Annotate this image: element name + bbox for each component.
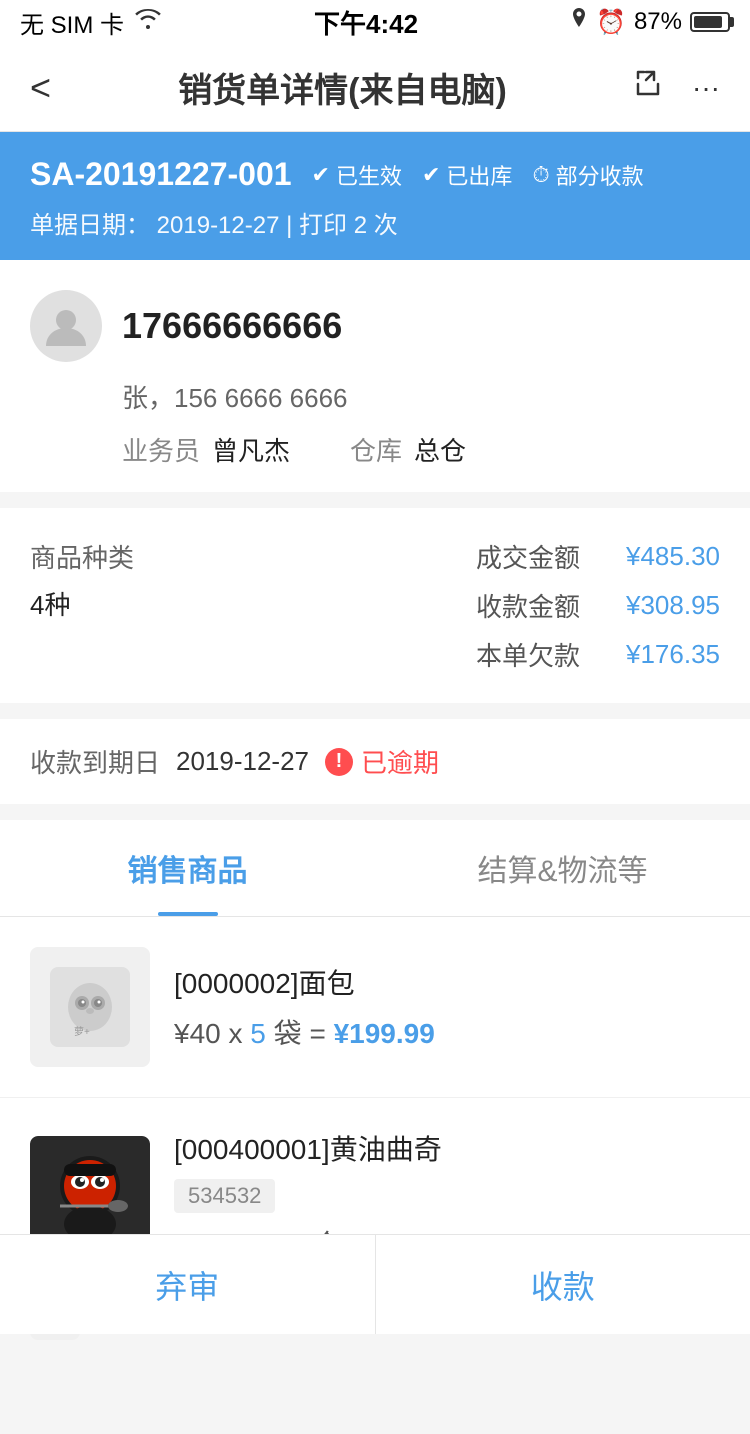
check-icon-1: ✔: [312, 162, 330, 188]
stats-section: 商品种类 4种 成交金额 ¥485.30 收款金额 ¥308.95 本单欠款 ¥…: [0, 508, 750, 703]
warehouse-name: 总仓: [414, 431, 466, 468]
svg-text:萝+: 萝+: [74, 1026, 90, 1038]
due-date-value: 2019-12-27: [176, 746, 309, 777]
collect-button[interactable]: 收款: [376, 1235, 750, 1334]
staff-label: 业务员: [122, 431, 200, 468]
order-meta: 单据日期： 2019-12-27 | 打印 2 次: [30, 205, 720, 240]
product-type-count: 4种: [30, 585, 134, 622]
debt-amount-value: ¥176.35: [600, 639, 720, 670]
battery-icon: [690, 12, 730, 32]
staff-name: 曾凡杰: [212, 431, 290, 468]
order-number: SA-20191227-001: [30, 156, 292, 193]
overdue-icon: !: [325, 748, 353, 776]
warehouse-label: 仓库: [350, 431, 402, 468]
wifi-icon: [134, 8, 162, 36]
product-name-cookies: [000400001]黄油曲奇: [174, 1128, 720, 1168]
share-button[interactable]: [634, 70, 662, 105]
status-badge-partial: ⏱ 部分收款: [532, 159, 643, 191]
debt-amount-label: 本单欠款: [476, 636, 580, 673]
back-button[interactable]: <: [30, 67, 51, 109]
customer-id: 17666666666: [122, 305, 342, 347]
nav-actions: ···: [634, 70, 720, 105]
product-image-bread: 萝+: [30, 947, 150, 1067]
product-type-label: 商品种类: [30, 538, 134, 575]
customer-staff-info: 业务员 曾凡杰 仓库 总仓: [30, 431, 720, 468]
status-right: ⏰ 87%: [570, 8, 730, 37]
abandon-button[interactable]: 弃审: [0, 1235, 376, 1334]
more-button[interactable]: ···: [692, 72, 720, 104]
tab-sales-product[interactable]: 销售商品: [0, 820, 375, 916]
tab-settlement[interactable]: 结算&物流等: [375, 820, 750, 916]
status-badge-shipped: ✔ 已出库: [422, 159, 512, 191]
customer-name: 张，156 6666 6666: [30, 378, 720, 415]
product-item: 萝+ [0000002]面包 ¥40 x 5 袋 = ¥199.99: [0, 917, 750, 1098]
status-time: 下午4:42: [314, 4, 418, 41]
alarm-icon: ⏰: [596, 8, 626, 37]
product-tabs: 销售商品 结算&物流等: [0, 820, 750, 917]
product-name-bread: [0000002]面包: [174, 962, 720, 1002]
product-info-bread: [0000002]面包 ¥40 x 5 袋 = ¥199.99: [174, 962, 720, 1052]
product-price-bread: ¥40 x 5 袋 = ¥199.99: [174, 1012, 720, 1052]
due-date-section: 收款到期日 2019-12-27 ! 已逾期: [0, 719, 750, 804]
deal-amount-value: ¥485.30: [600, 541, 720, 572]
status-bar: 无 SIM 卡 下午4:42 ⏰ 87%: [0, 0, 750, 44]
customer-avatar: [30, 290, 102, 362]
receipt-amount-value: ¥308.95: [600, 590, 720, 621]
customer-section: 17666666666 张，156 6666 6666 业务员 曾凡杰 仓库 总…: [0, 260, 750, 492]
overdue-text: 已逾期: [361, 743, 439, 780]
bottom-bar: 弃审 收款: [0, 1234, 750, 1334]
clock-icon: ⏱: [532, 162, 549, 188]
order-banner: SA-20191227-001 ✔ 已生效 ✔ 已出库 ⏱ 部分收款 单据日期：…: [0, 132, 750, 260]
battery-percent: 87%: [634, 8, 682, 36]
page-title: 销货单详情(来自电脑): [178, 63, 507, 112]
status-left: 无 SIM 卡: [20, 5, 162, 40]
carrier-text: 无 SIM 卡: [20, 5, 124, 40]
overdue-badge: ! 已逾期: [325, 743, 439, 780]
status-badge-effective: ✔ 已生效: [312, 159, 402, 191]
due-date-label: 收款到期日: [30, 743, 160, 780]
receipt-amount-label: 收款金额: [476, 587, 580, 624]
location-icon: [570, 8, 588, 37]
nav-bar: < 销货单详情(来自电脑) ···: [0, 44, 750, 132]
deal-amount-label: 成交金额: [476, 538, 580, 575]
product-sku-cookies: 534532: [174, 1179, 275, 1213]
check-icon-2: ✔: [422, 162, 440, 188]
